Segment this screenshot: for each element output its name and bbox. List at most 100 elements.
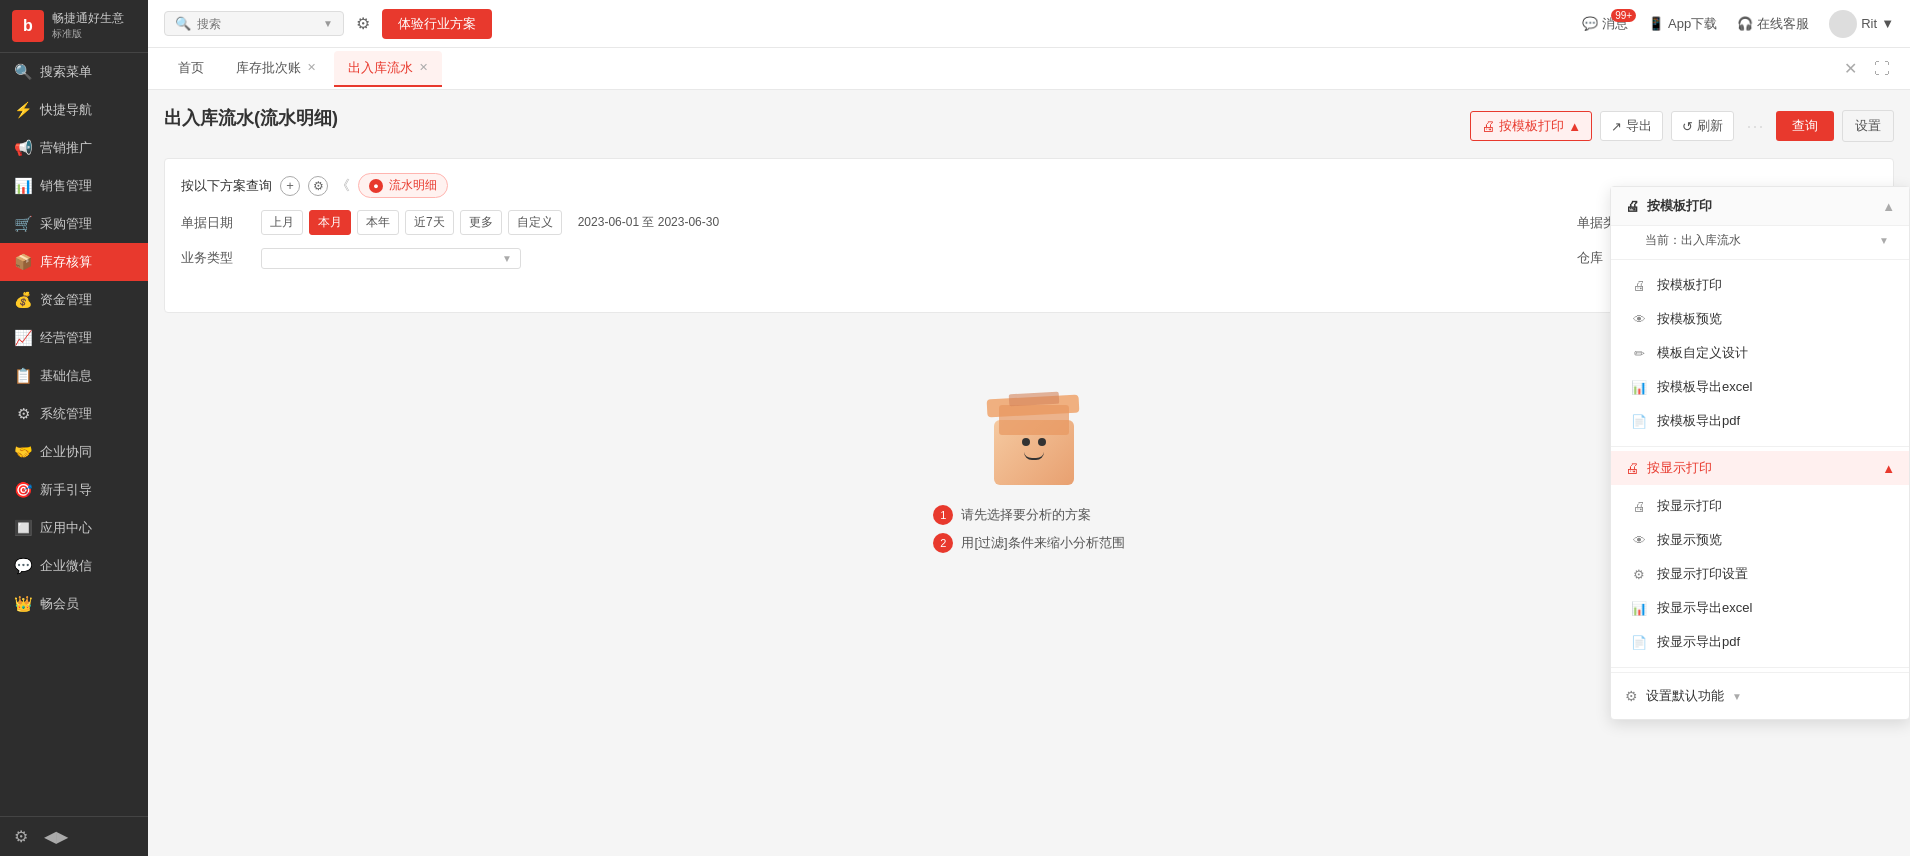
set-default-button[interactable]: ⚙ 设置默认功能 ▼ xyxy=(1625,681,1742,711)
date-this-year-button[interactable]: 本年 xyxy=(357,210,399,235)
tab-home[interactable]: 首页 xyxy=(164,51,218,87)
date-last7-button[interactable]: 近7天 xyxy=(405,210,454,235)
biz-type-select[interactable]: ▼ xyxy=(261,248,521,269)
dropdown-display-section-header[interactable]: 🖨 按显示打印 ▲ xyxy=(1611,451,1909,485)
dropdown-item-display-print[interactable]: 🖨 按显示打印 xyxy=(1611,489,1909,523)
topbar-search-input[interactable] xyxy=(197,17,317,31)
dropdown-item-template-excel[interactable]: 📊 按模板导出excel xyxy=(1611,370,1909,404)
close-window-button[interactable]: ✕ xyxy=(1838,57,1862,81)
filter-add-button[interactable]: + xyxy=(280,176,300,196)
dropdown-item-display-pdf[interactable]: 📄 按显示导出pdf xyxy=(1611,625,1909,659)
dropdown-item-template-preview[interactable]: 👁 按模板预览 xyxy=(1611,302,1909,336)
query-button[interactable]: 查询 xyxy=(1776,111,1834,141)
date-custom-button[interactable]: 自定义 xyxy=(508,210,562,235)
main-area: 🔍 ▼ ⚙ 体验行业方案 💬 消息 99+ 📱 App下载 🎧 在线客服 Rit xyxy=(148,0,1910,856)
dropdown-item-display-excel[interactable]: 📊 按显示导出excel xyxy=(1611,591,1909,625)
sidebar-item-collab[interactable]: 🤝 企业协同 xyxy=(0,433,148,471)
date-this-month-button[interactable]: 本月 xyxy=(309,210,351,235)
dropdown-item-template-custom[interactable]: ✏ 模板自定义设计 xyxy=(1611,336,1909,370)
date-options: 上月 本月 本年 近7天 更多 自定义 xyxy=(261,210,562,235)
default-icon: ⚙ xyxy=(1625,688,1638,704)
sidebar-item-basic-info[interactable]: 📋 基础信息 xyxy=(0,357,148,395)
dropdown-item-template-pdf[interactable]: 📄 按模板导出pdf xyxy=(1611,404,1909,438)
biz-type-label: 业务类型 xyxy=(181,249,245,267)
settings-bottom-icon[interactable]: ⚙ xyxy=(14,827,28,846)
app-download-icon: 📱 xyxy=(1648,16,1664,31)
operation-icon: 📈 xyxy=(14,329,32,347)
date-label: 单据日期 xyxy=(181,214,245,232)
topbar-gear-icon[interactable]: ⚙ xyxy=(356,14,370,33)
window-controls: ✕ ⛶ xyxy=(1838,57,1894,81)
template-excel-icon: 📊 xyxy=(1631,379,1647,395)
industry-solution-button[interactable]: 体验行业方案 xyxy=(382,9,492,39)
search-icon: 🔍 xyxy=(14,63,32,81)
finance-icon: 💰 xyxy=(14,291,32,309)
sidebar-item-wechat[interactable]: 💬 企业微信 xyxy=(0,547,148,585)
sidebar-nav: 🔍 搜索菜单 ⚡ 快捷导航 📢 营销推广 📊 销售管理 🛒 采购管理 📦 库存核… xyxy=(0,53,148,816)
filter-chip-flow[interactable]: ● 流水明细 xyxy=(358,173,448,198)
purchase-icon: 🛒 xyxy=(14,215,32,233)
sidebar-logo: b 畅捷通好生意 标准版 xyxy=(0,0,148,53)
sidebar-item-search[interactable]: 🔍 搜索菜单 xyxy=(0,53,148,91)
divider-1 xyxy=(1611,259,1909,260)
app-logo-icon: b xyxy=(12,10,44,42)
user-menu[interactable]: Rit ▼ xyxy=(1829,10,1894,38)
collapse-sidebar-icon[interactable]: ◀▶ xyxy=(44,827,68,846)
sidebar-item-finance[interactable]: 💰 资金管理 xyxy=(0,281,148,319)
date-more-button[interactable]: 更多 xyxy=(460,210,502,235)
filter-collapse-button[interactable]: 《 xyxy=(336,177,350,195)
app-name: 畅捷通好生意 xyxy=(52,11,124,27)
topbar-search-box[interactable]: 🔍 ▼ xyxy=(164,11,344,36)
app-download-button[interactable]: 📱 App下载 xyxy=(1648,15,1717,33)
refresh-button[interactable]: ↺ 刷新 xyxy=(1671,111,1734,141)
online-service-button[interactable]: 🎧 在线客服 xyxy=(1737,15,1809,33)
footer-arrow: ▼ xyxy=(1732,691,1742,702)
topbar-right-actions: 💬 消息 99+ 📱 App下载 🎧 在线客服 Rit ▼ xyxy=(1582,10,1894,38)
date-last-month-button[interactable]: 上月 xyxy=(261,210,303,235)
sidebar: b 畅捷通好生意 标准版 🔍 搜索菜单 ⚡ 快捷导航 📢 营销推广 📊 销售管理… xyxy=(0,0,148,856)
display-settings-icon: ⚙ xyxy=(1631,566,1647,582)
dropdown-item-template-print[interactable]: 🖨 按模板打印 xyxy=(1611,268,1909,302)
tab-inout-flow-close[interactable]: ✕ xyxy=(419,61,428,74)
tab-batch-account[interactable]: 库存批次账 ✕ xyxy=(222,51,330,87)
dropdown-item-display-preview[interactable]: 👁 按显示预览 xyxy=(1611,523,1909,557)
template-pdf-icon: 📄 xyxy=(1631,413,1647,429)
display-print-icon: 🖨 xyxy=(1625,460,1639,476)
dropdown-collapse-icon[interactable]: ▲ xyxy=(1882,199,1895,214)
template-preview-icon: 👁 xyxy=(1631,311,1647,327)
message-icon: 💬 xyxy=(1582,16,1598,31)
export-button[interactable]: ↗ 导出 xyxy=(1600,111,1663,141)
print-template-button[interactable]: 🖨 按模板打印 ▲ xyxy=(1470,111,1592,141)
dropdown-display-section: 🖨 按显示打印 👁 按显示预览 ⚙ 按显示打印设置 📊 按显示导出excel 📄 xyxy=(1611,485,1909,663)
biz-type-arrow: ▼ xyxy=(502,253,512,264)
sidebar-item-marketing[interactable]: 📢 营销推广 xyxy=(0,129,148,167)
message-button[interactable]: 💬 消息 99+ xyxy=(1582,15,1628,33)
dropdown-template-header[interactable]: 🖨 按模板打印 ▲ xyxy=(1611,187,1909,226)
sidebar-item-quick-nav[interactable]: ⚡ 快捷导航 xyxy=(0,91,148,129)
export-icon: ↗ xyxy=(1611,119,1622,134)
tab-inout-flow[interactable]: 出入库流水 ✕ xyxy=(334,51,442,87)
sidebar-item-inventory[interactable]: 📦 库存核算 xyxy=(0,243,148,281)
sidebar-item-system[interactable]: ⚙ 系统管理 xyxy=(0,395,148,433)
empty-step-2: 2 用[过滤]条件来缩小分析范围 xyxy=(933,533,1124,553)
dropdown-item-display-settings[interactable]: ⚙ 按显示打印设置 xyxy=(1611,557,1909,591)
inventory-icon: 📦 xyxy=(14,253,32,271)
wechat-icon: 💬 xyxy=(14,557,32,575)
sidebar-item-app-center[interactable]: 🔲 应用中心 xyxy=(0,509,148,547)
marketing-icon: 📢 xyxy=(14,139,32,157)
tab-batch-account-close[interactable]: ✕ xyxy=(307,61,316,74)
display-print-item-icon: 🖨 xyxy=(1631,498,1647,514)
empty-steps: 1 请先选择要分析的方案 2 用[过滤]条件来缩小分析范围 xyxy=(933,505,1124,553)
settings-button[interactable]: 设置 xyxy=(1842,110,1894,142)
sidebar-item-sales[interactable]: 📊 销售管理 xyxy=(0,167,148,205)
sidebar-item-member[interactable]: 👑 畅会员 xyxy=(0,585,148,623)
sidebar-item-operation[interactable]: 📈 经营管理 xyxy=(0,319,148,357)
filter-settings-button[interactable]: ⚙ xyxy=(308,176,328,196)
sidebar-item-purchase[interactable]: 🛒 采购管理 xyxy=(0,205,148,243)
sidebar-item-guide[interactable]: 🎯 新手引导 xyxy=(0,471,148,509)
dropdown-current-item[interactable]: 当前：出入库流水 ▼ xyxy=(1611,226,1909,255)
refresh-icon: ↺ xyxy=(1682,119,1693,134)
maximize-window-button[interactable]: ⛶ xyxy=(1870,57,1894,81)
dropdown-template-section: 🖨 按模板打印 👁 按模板预览 ✏ 模板自定义设计 📊 按模板导出excel 📄 xyxy=(1611,264,1909,442)
display-section-arrow: ▲ xyxy=(1882,461,1895,476)
